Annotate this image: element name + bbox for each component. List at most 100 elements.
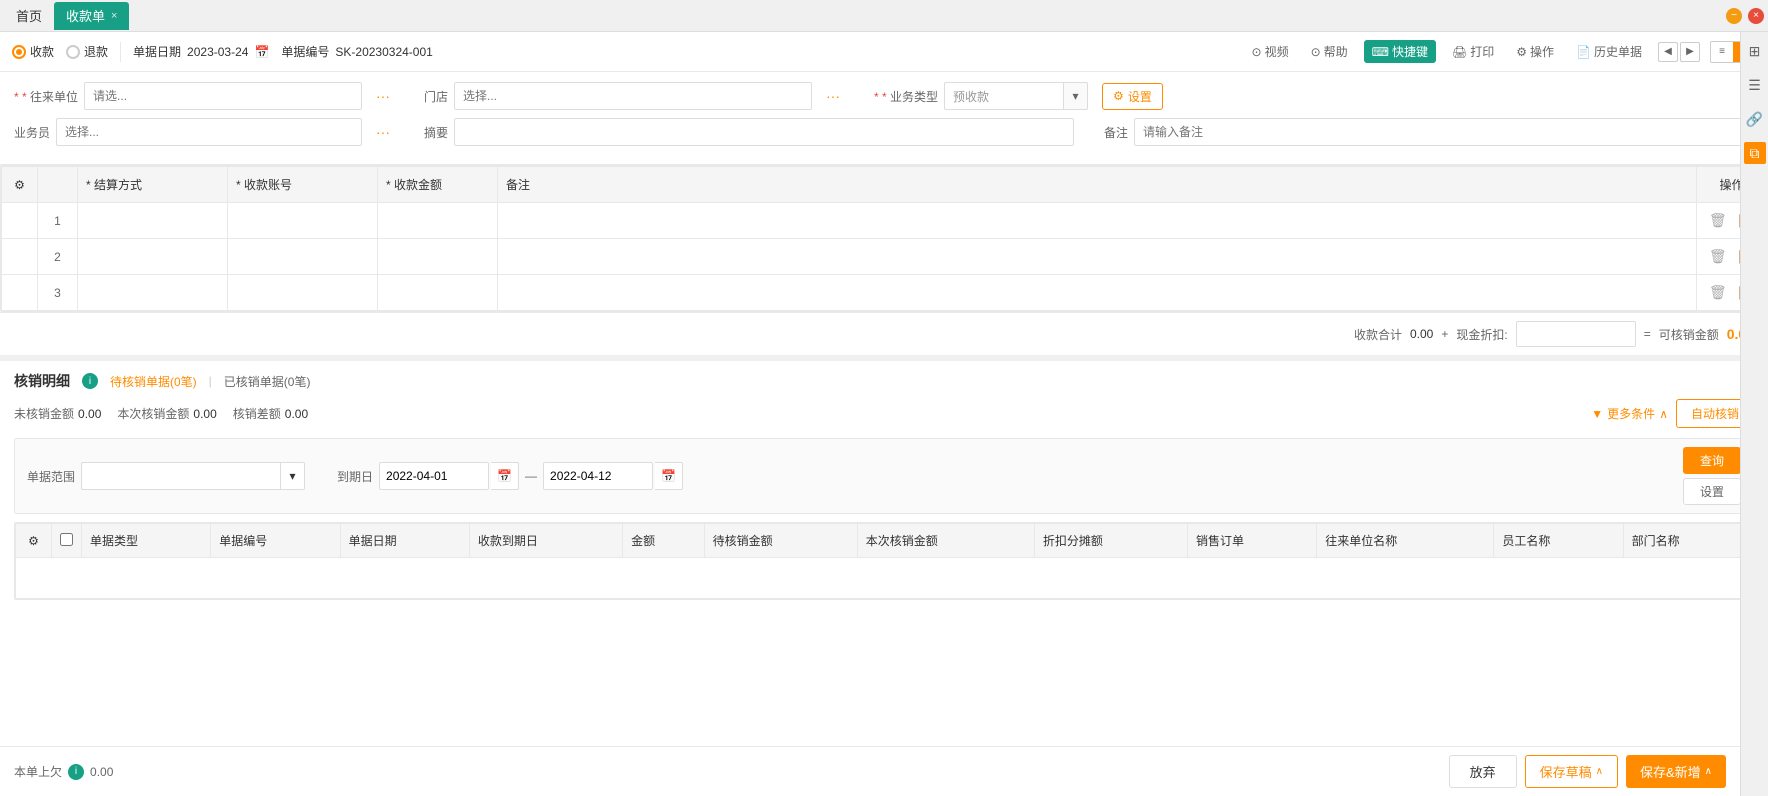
partner-input[interactable] bbox=[84, 82, 362, 110]
select-all-checkbox[interactable] bbox=[60, 533, 73, 546]
row-2-delete-btn[interactable]: 🗑 bbox=[1707, 246, 1729, 267]
minimize-button[interactable]: − bbox=[1726, 8, 1742, 24]
row-3-index: 3 bbox=[38, 275, 78, 311]
tab-home-label: 首页 bbox=[16, 6, 42, 25]
row-3-method[interactable] bbox=[78, 275, 228, 311]
col-gear[interactable]: ⚙ bbox=[2, 167, 38, 203]
partner-more-icon[interactable]: ··· bbox=[372, 88, 394, 104]
filter-settings-button[interactable]: 设置 bbox=[1683, 478, 1741, 505]
sidebar-list-icon[interactable]: ☰ bbox=[1744, 74, 1766, 96]
row-1-account[interactable] bbox=[228, 203, 378, 239]
date-range: 📅 — 📅 bbox=[379, 462, 683, 490]
range-input[interactable] bbox=[81, 462, 281, 490]
staff-input[interactable] bbox=[56, 118, 362, 146]
toolbar-divider-1 bbox=[120, 42, 121, 62]
help-btn[interactable]: ⊙ 帮助 bbox=[1305, 41, 1354, 62]
store-input[interactable] bbox=[454, 82, 812, 110]
row-3-amount[interactable] bbox=[378, 275, 498, 311]
close-button[interactable]: × bbox=[1748, 8, 1764, 24]
date-label: 单据日期 bbox=[133, 43, 181, 60]
remark-input[interactable] bbox=[1134, 118, 1754, 146]
recon-stats: 未核销金额 0.00 本次核销金额 0.00 核销差额 0.00 ▼ 更多条件 … bbox=[14, 399, 1754, 428]
date-end-input[interactable] bbox=[543, 462, 653, 490]
biz-type-input[interactable] bbox=[944, 82, 1064, 110]
more-conditions-btn[interactable]: ▼ 更多条件 ∧ bbox=[1591, 405, 1668, 422]
summary-input[interactable] bbox=[454, 118, 1074, 146]
store-more-icon[interactable]: ··· bbox=[822, 88, 844, 104]
row-1-index: 1 bbox=[38, 203, 78, 239]
bottom-col-check[interactable] bbox=[52, 524, 82, 558]
recon-tab-pending[interactable]: 待核销单据(0笔) bbox=[110, 373, 197, 390]
range-dropdown-icon[interactable]: ▾ bbox=[281, 462, 305, 490]
col-remark-header: 备注 bbox=[498, 167, 1697, 203]
sidebar-link-icon[interactable]: 🔗 bbox=[1744, 108, 1766, 130]
query-button[interactable]: 查询 bbox=[1683, 447, 1741, 474]
row-1-gear bbox=[2, 203, 38, 239]
shortcut-icon: ⌨ bbox=[1372, 45, 1389, 59]
radio-tuikuan[interactable]: 退款 bbox=[66, 43, 108, 60]
save-draft-button[interactable]: 保存草稿 ∧ bbox=[1525, 755, 1618, 788]
tab-home[interactable]: 首页 bbox=[4, 2, 54, 30]
recon-tab-done[interactable]: 已核销单据(0笔) bbox=[224, 373, 311, 390]
date-end-cal-icon[interactable]: 📅 bbox=[655, 462, 683, 490]
radio-tuikuan-dot bbox=[66, 45, 80, 59]
bottom-col-bill-date: 单据日期 bbox=[340, 524, 469, 558]
row-1-method[interactable] bbox=[78, 203, 228, 239]
bottom-col-bill-type: 单据类型 bbox=[82, 524, 211, 558]
print-btn[interactable]: 🖨 打印 bbox=[1446, 41, 1500, 62]
abandon-button[interactable]: 放弃 bbox=[1449, 755, 1517, 788]
list-view-btn[interactable]: ≡ bbox=[1711, 42, 1733, 62]
bottom-col-bill-no: 单据编号 bbox=[211, 524, 340, 558]
main-content: * 往来单位 ··· 门店 ··· * 业务类型 ▾ bbox=[0, 72, 1768, 752]
row-3-account[interactable] bbox=[228, 275, 378, 311]
save-new-button[interactable]: 保存&新增 ∧ bbox=[1626, 755, 1726, 788]
total-label-1: 收款合计 bbox=[1354, 326, 1402, 343]
date-start-input[interactable] bbox=[379, 462, 489, 490]
row-3-delete-btn[interactable]: 🗑 bbox=[1707, 282, 1729, 303]
bottom-info-icon[interactable]: i bbox=[68, 764, 84, 780]
table-section: ⚙ * 结算方式 * 收款账号 * 收款金额 备注 bbox=[0, 165, 1768, 312]
operate-btn[interactable]: ⚙ 操作 bbox=[1510, 41, 1560, 62]
cash-discount-input[interactable] bbox=[1516, 321, 1636, 347]
gear-settings-icon: ⚙ bbox=[1113, 89, 1124, 103]
calendar-icon[interactable]: 📅 bbox=[254, 45, 269, 59]
row-1-remark[interactable] bbox=[498, 203, 1697, 239]
history-btn[interactable]: 📄 历史单据 bbox=[1570, 41, 1648, 62]
radio-shoukuan[interactable]: 收款 bbox=[12, 43, 54, 60]
settings-button[interactable]: ⚙ 设置 bbox=[1102, 83, 1163, 110]
shortcut-btn[interactable]: ⌨ 快捷键 bbox=[1364, 40, 1436, 63]
date-start-cal-icon[interactable]: 📅 bbox=[491, 462, 519, 490]
recon-table: ⚙ 单据类型 单据编号 单据日期 收款到期日 金额 待核销金额 本次核销金额 折… bbox=[15, 523, 1753, 599]
due-date-field: 到期日 📅 — 📅 bbox=[337, 462, 683, 490]
col-method-header: * 结算方式 bbox=[78, 167, 228, 203]
video-btn[interactable]: ⊙ 视频 bbox=[1246, 41, 1295, 62]
col-account-header: * 收款账号 bbox=[228, 167, 378, 203]
biz-type-dropdown-icon[interactable]: ▾ bbox=[1064, 82, 1088, 110]
row-1-amount[interactable] bbox=[378, 203, 498, 239]
radio-shoukuan-dot bbox=[12, 45, 26, 59]
row-2-method[interactable] bbox=[78, 239, 228, 275]
row-3-remark[interactable] bbox=[498, 275, 1697, 311]
bottom-col-gear[interactable]: ⚙ bbox=[16, 524, 52, 558]
col-index-header bbox=[38, 167, 78, 203]
help-label: 帮助 bbox=[1324, 43, 1348, 60]
tab-current[interactable]: 收款单 × bbox=[54, 2, 129, 30]
chevron-up-icon: ∧ bbox=[1659, 407, 1668, 421]
tab-close-icon[interactable]: × bbox=[111, 10, 117, 22]
next-arrow[interactable]: ▶ bbox=[1680, 42, 1700, 62]
date-value: 2023-03-24 bbox=[187, 45, 248, 59]
due-date-label: 到期日 bbox=[337, 468, 373, 485]
row-2-amount[interactable] bbox=[378, 239, 498, 275]
draft-chevron-icon: ∧ bbox=[1596, 766, 1603, 777]
radio-tuikuan-label: 退款 bbox=[84, 43, 108, 60]
sidebar-image-icon[interactable]: ⧉ bbox=[1744, 142, 1766, 164]
row-2-remark[interactable] bbox=[498, 239, 1697, 275]
staff-more-icon[interactable]: ··· bbox=[372, 124, 394, 140]
row-1-delete-btn[interactable]: 🗑 bbox=[1707, 210, 1729, 231]
window-controls: − × bbox=[1726, 8, 1764, 24]
recon-info-icon[interactable]: i bbox=[82, 373, 98, 389]
prev-arrow[interactable]: ◀ bbox=[1658, 42, 1678, 62]
bill-no-value: SK-20230324-001 bbox=[335, 45, 432, 59]
row-2-account[interactable] bbox=[228, 239, 378, 275]
sidebar-table-icon[interactable]: ⊞ bbox=[1744, 40, 1766, 62]
